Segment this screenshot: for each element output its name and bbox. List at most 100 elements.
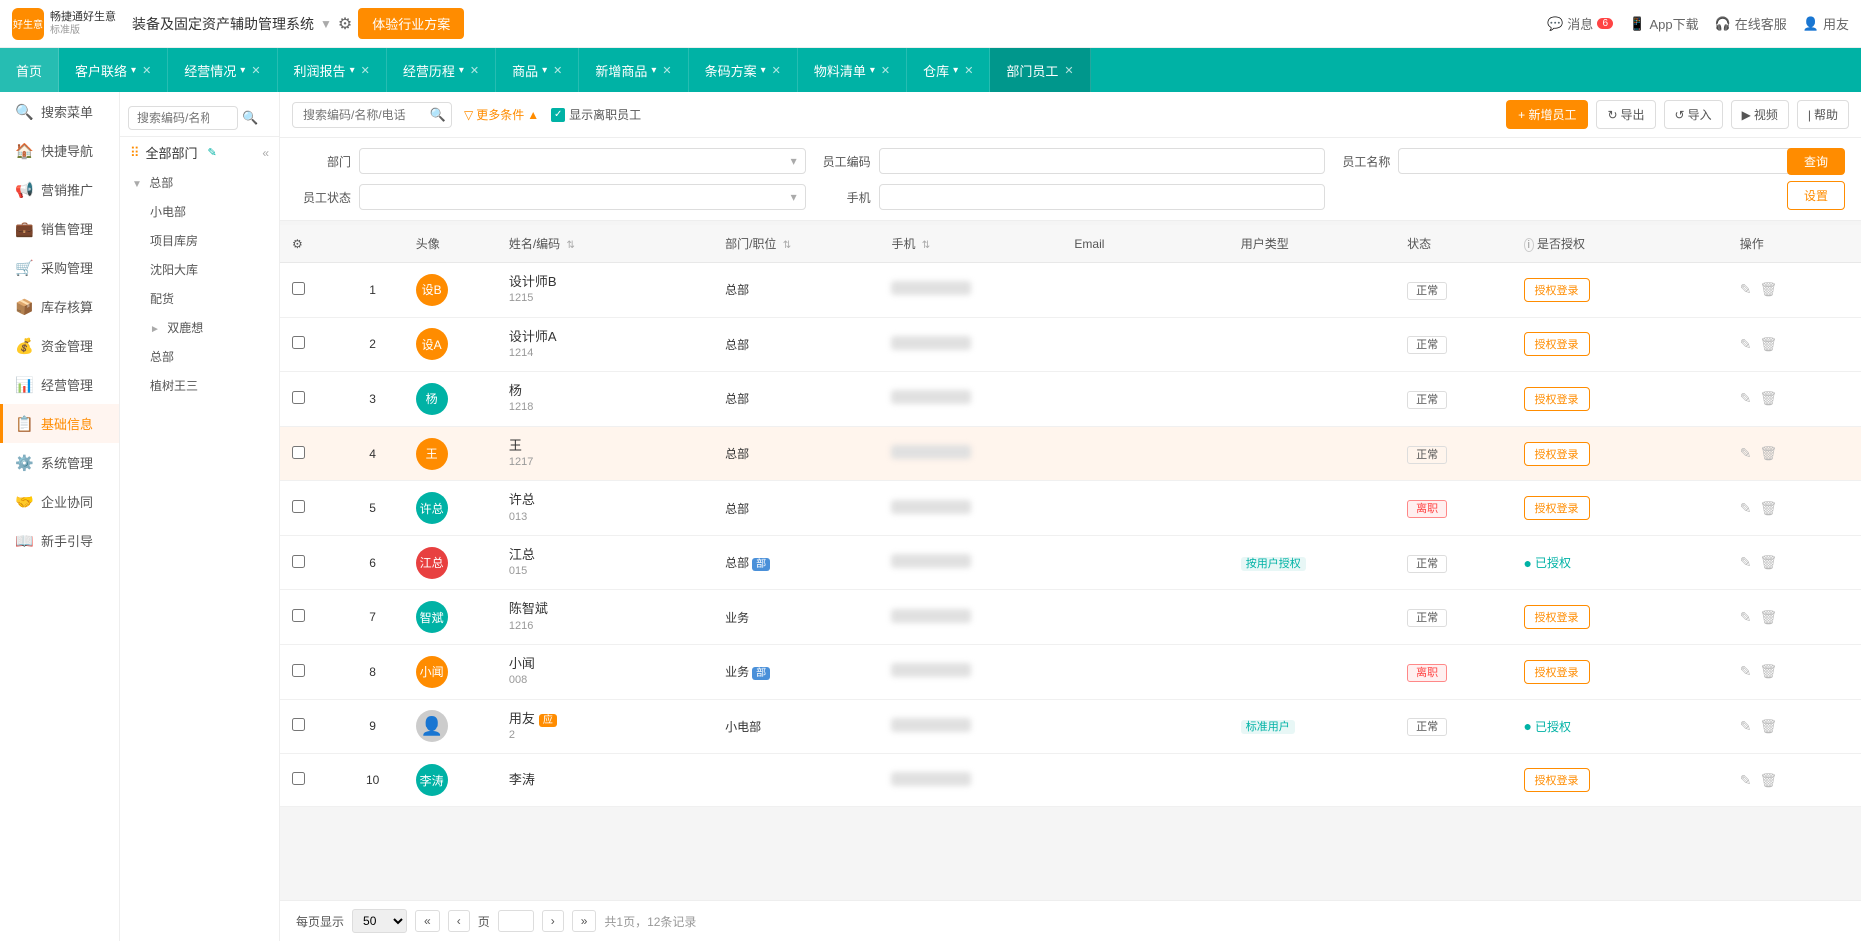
dept-item-shuanglu[interactable]: ► 双鹿想 [120, 313, 279, 342]
tab-goods-close[interactable]: ✕ [553, 64, 562, 77]
tab-newgoods-close[interactable]: ✕ [662, 64, 671, 77]
tab-bom[interactable]: 物料清单 ▾ ✕ [798, 48, 907, 92]
tab-employees-close[interactable]: ✕ [1064, 64, 1073, 77]
dept-item-zongbu[interactable]: ▼ 总部 [120, 168, 279, 197]
show-resigned-toggle[interactable]: ✓ 显示离职员工 [551, 106, 641, 123]
prev-page-button[interactable]: ‹ [448, 910, 470, 932]
view-button[interactable]: ▶ 视频 [1731, 100, 1789, 129]
delete-icon[interactable]: 🗑 [1760, 500, 1778, 517]
tab-barcode-close[interactable]: ✕ [772, 64, 781, 77]
trial-button[interactable]: 体验行业方案 [358, 8, 464, 39]
tab-goods[interactable]: 商品 ▾ ✕ [496, 48, 579, 92]
th-name[interactable]: 姓名/编码 ⇅ [497, 225, 713, 263]
sidebar-item-guide[interactable]: 📖 新手引导 [0, 521, 119, 560]
sidebar-item-purchase[interactable]: 🛒 采购管理 [0, 248, 119, 287]
tab-operation[interactable]: 经营情况 ▾ ✕ [168, 48, 277, 92]
edit-icon[interactable]: ✎ [1740, 390, 1752, 407]
empcode-input[interactable] [879, 148, 1326, 174]
dept-item-xiaodianbu[interactable]: 小电部 [120, 197, 279, 226]
empname-input[interactable] [1398, 148, 1845, 174]
th-phone[interactable]: 手机 ⇅ [879, 225, 1062, 263]
sidebar-item-collab[interactable]: 🤝 企业协同 [0, 482, 119, 521]
dept-search-input[interactable] [128, 106, 238, 130]
tab-warehouse[interactable]: 仓库 ▾ ✕ [907, 48, 990, 92]
add-employee-button[interactable]: + 新增员工 [1506, 100, 1588, 129]
sidebar-item-inventory[interactable]: 📦 库存核算 [0, 287, 119, 326]
dept-all-header[interactable]: ⠿ 全部部门 ✎ « [120, 137, 279, 168]
sidebar-item-basic[interactable]: 📋 基础信息 [0, 404, 119, 443]
user-avatar[interactable]: 👤 用友 [1803, 14, 1849, 33]
edit-icon[interactable]: ✎ [1740, 336, 1752, 353]
auth-login-button[interactable]: 授权登录 [1524, 278, 1590, 302]
query-button[interactable]: 查询 [1787, 148, 1845, 175]
delete-icon[interactable]: 🗑 [1760, 609, 1778, 626]
set-button[interactable]: 设置 [1787, 181, 1845, 210]
edit-icon[interactable]: ✎ [1740, 445, 1752, 462]
export-button[interactable]: ↻ 导出 [1596, 100, 1655, 129]
auth-login-button[interactable]: 授权登录 [1524, 496, 1590, 520]
delete-icon[interactable]: 🗑 [1760, 445, 1778, 462]
row-checkbox[interactable] [280, 317, 342, 372]
dept-search-icon[interactable]: 🔍 [242, 110, 258, 126]
dept-item-shenyangku[interactable]: 沈阳大库 [120, 255, 279, 284]
tab-profit[interactable]: 利润报告 ▾ ✕ [278, 48, 387, 92]
dept-item-xiangmuku[interactable]: 项目库房 [120, 226, 279, 255]
row-checkbox[interactable] [280, 535, 342, 590]
page-size-select[interactable]: 50 100 [352, 909, 407, 933]
tab-barcode[interactable]: 条码方案 ▾ ✕ [689, 48, 798, 92]
tab-employees[interactable]: 部门员工 ✕ [990, 48, 1090, 92]
delete-icon[interactable]: 🗑 [1760, 554, 1778, 571]
tab-bom-close[interactable]: ✕ [881, 64, 890, 77]
sidebar-item-operation[interactable]: 📊 经营管理 [0, 365, 119, 404]
auth-login-button[interactable]: 授权登录 [1524, 768, 1590, 792]
dropdown-arrow-icon[interactable]: ▼ [320, 17, 332, 31]
sidebar-item-search[interactable]: 🔍 搜索菜单 [0, 92, 119, 131]
settings-gear-icon[interactable]: ⚙ [338, 14, 352, 34]
tab-history[interactable]: 经营历程 ▾ ✕ [387, 48, 496, 92]
edit-icon[interactable]: ✎ [1740, 609, 1752, 626]
tab-customer[interactable]: 客户联络 ▾ ✕ [59, 48, 168, 92]
row-checkbox[interactable] [280, 263, 342, 318]
delete-icon[interactable]: 🗑 [1760, 718, 1778, 735]
tab-home[interactable]: 首页 [0, 48, 59, 92]
next-page-button[interactable]: › [542, 910, 564, 932]
sidebar-item-marketing[interactable]: 📢 营销推广 [0, 170, 119, 209]
tab-operation-close[interactable]: ✕ [251, 64, 260, 77]
delete-icon[interactable]: 🗑 [1760, 281, 1778, 298]
row-checkbox[interactable] [280, 699, 342, 754]
edit-icon[interactable]: ✎ [1740, 772, 1752, 789]
row-checkbox[interactable] [280, 590, 342, 645]
delete-icon[interactable]: 🗑 [1760, 772, 1778, 789]
first-page-button[interactable]: « [415, 910, 440, 932]
auth-login-button[interactable]: 授权登录 [1524, 605, 1590, 629]
delete-icon[interactable]: 🗑 [1760, 390, 1778, 407]
tab-new-goods[interactable]: 新增商品 ▾ ✕ [579, 48, 688, 92]
tab-warehouse-close[interactable]: ✕ [964, 64, 973, 77]
edit-icon[interactable]: ✎ [1740, 500, 1752, 517]
th-dept[interactable]: 部门/职位 ⇅ [713, 225, 879, 263]
page-number-input[interactable]: 1 [498, 910, 534, 932]
sidebar-item-finance[interactable]: 💰 资金管理 [0, 326, 119, 365]
search-input[interactable] [292, 102, 452, 128]
empstatus-select[interactable]: ▾ [359, 184, 806, 210]
edit-icon[interactable]: ✎ [1740, 663, 1752, 680]
dept-select[interactable]: ▾ [359, 148, 806, 174]
dept-item-peihuo[interactable]: 配货 [120, 284, 279, 313]
auth-login-button[interactable]: 授权登录 [1524, 442, 1590, 466]
auth-info-icon[interactable]: i [1524, 238, 1534, 252]
search-submit-icon[interactable]: 🔍 [430, 107, 446, 123]
message-button[interactable]: 💬 消息 6 [1547, 14, 1613, 33]
import-button[interactable]: ↺ 导入 [1664, 100, 1723, 129]
auth-login-button[interactable]: 授权登录 [1524, 332, 1590, 356]
help-button[interactable]: | 帮助 [1797, 100, 1849, 129]
edit-icon[interactable]: ✎ [1740, 281, 1752, 298]
delete-icon[interactable]: 🗑 [1760, 663, 1778, 680]
edit-icon[interactable]: ✎ [1740, 554, 1752, 571]
auth-login-button[interactable]: 授权登录 [1524, 660, 1590, 684]
resigned-checkbox[interactable]: ✓ [551, 108, 565, 122]
row-checkbox[interactable] [280, 426, 342, 481]
dept-item-zb[interactable]: 总部 [120, 342, 279, 371]
online-service-button[interactable]: 🎧 在线客服 [1715, 14, 1787, 33]
row-checkbox[interactable] [280, 481, 342, 536]
tab-profit-close[interactable]: ✕ [361, 64, 370, 77]
